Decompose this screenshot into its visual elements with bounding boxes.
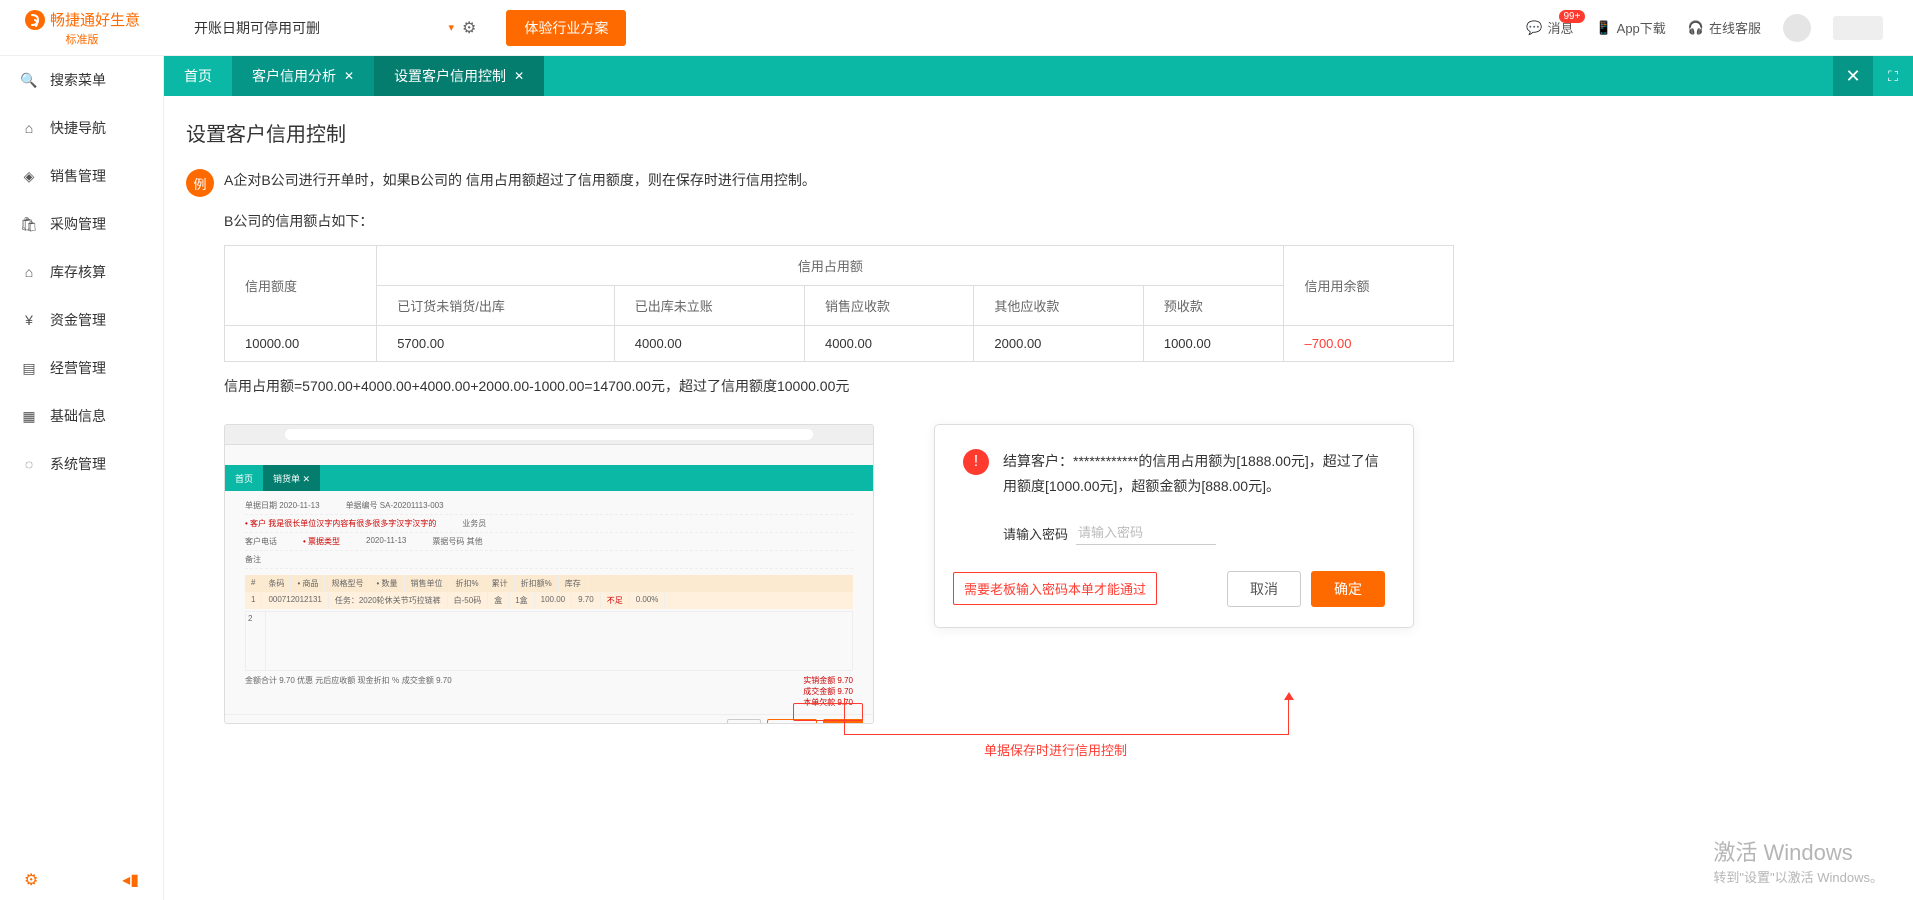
annotation-text: 单据保存时进行信用控制: [984, 740, 1127, 759]
grid-icon: ▦: [20, 407, 38, 425]
th-sub4: 其他应收款: [974, 286, 1143, 326]
phone-icon: 📱: [1595, 20, 1611, 36]
sidebar-item-label: 经营管理: [50, 358, 106, 378]
chat-icon: 💬: [1526, 20, 1542, 36]
currency-icon: ¥: [20, 311, 38, 329]
td-limit: 10000.00: [225, 326, 377, 362]
sidebar-item-label: 采购管理: [50, 214, 106, 234]
password-label: 请输入密码: [1003, 524, 1068, 543]
example-text: A企对B公司进行开单时，如果B公司的 信用占用额超过了信用额度，则在保存时进行信…: [224, 169, 816, 191]
sidebar-item-label: 基础信息: [50, 406, 106, 426]
headset-icon: 🎧: [1688, 20, 1704, 36]
td-balance: –700.00: [1284, 326, 1454, 362]
page-title: 设置客户信用控制: [186, 118, 1913, 147]
th-credit-balance: 信用用余额: [1284, 246, 1454, 326]
credit-table: 信用额度 信用占用额 信用用余额 已订货未销货/出库 已出库未立账 销售应收款 …: [224, 245, 1454, 362]
dialog-message: 结算客户：************的信用占用额为[1888.00元]，超过了信用…: [1003, 449, 1385, 499]
logo-text: 畅捷通好生意: [50, 9, 140, 30]
product-logo: 畅捷通好生意 标准版: [0, 9, 164, 47]
tab-label: 客户信用分析: [252, 66, 336, 86]
close-icon[interactable]: ✕: [514, 69, 524, 83]
circle-icon: ◌: [20, 455, 38, 473]
cancel-button[interactable]: 取消: [1227, 571, 1301, 607]
settings-icon[interactable]: ⚙: [462, 18, 476, 38]
td-c2: 4000.00: [614, 326, 804, 362]
sidebar-item-label: 库存核算: [50, 262, 106, 282]
avatar[interactable]: [1783, 14, 1811, 42]
password-input[interactable]: [1076, 521, 1216, 545]
sidebar-item-inventory[interactable]: ⌂ 库存核算: [0, 248, 163, 296]
dialog-tip: 需要老板输入密码本单才能通过: [953, 572, 1157, 605]
experience-industry-button[interactable]: 体验行业方案: [506, 10, 626, 46]
sidebar-item-search[interactable]: 🔍 搜索菜单: [0, 56, 163, 104]
tab-label: 设置客户信用控制: [394, 66, 506, 86]
td-c3: 4000.00: [804, 326, 973, 362]
sidebar: 🔍 搜索菜单 ⌂ 快捷导航 ◈ 销售管理 🛍 采购管理 ⌂ 库存核算 ¥ 资金管理 ▤ 经营管…: [0, 56, 164, 900]
close-all-tabs-button[interactable]: ✕: [1833, 56, 1873, 96]
sidebar-settings-icon[interactable]: ⚙: [24, 870, 38, 890]
online-service-label: 在线客服: [1709, 18, 1761, 37]
logo-subtitle: 标准版: [66, 31, 99, 47]
sidebar-item-label: 系统管理: [50, 454, 106, 474]
sidebar-collapse-icon[interactable]: ◂▮: [122, 870, 139, 890]
online-service-link[interactable]: 🎧 在线客服: [1688, 18, 1761, 37]
td-c5: 1000.00: [1143, 326, 1284, 362]
watermark-line2: 转到"设置"以激活 Windows。: [1713, 867, 1883, 886]
th-credit-occupied: 信用占用额: [377, 246, 1284, 286]
sidebar-item-label: 搜索菜单: [50, 70, 106, 90]
home-icon: ⌂: [20, 119, 38, 137]
bag-icon: 🛍: [20, 215, 38, 233]
sidebar-item-basic-info[interactable]: ▦ 基础信息: [0, 392, 163, 440]
th-sub3: 销售应收款: [804, 286, 973, 326]
warning-icon: !: [963, 449, 989, 475]
th-sub2: 已出库未立账: [614, 286, 804, 326]
tab-label: 首页: [184, 66, 212, 86]
example-badge-icon: 例: [186, 169, 214, 197]
logo-icon: [24, 9, 46, 31]
sidebar-item-system[interactable]: ◌ 系统管理: [0, 440, 163, 488]
messages-badge: 99+: [1559, 10, 1586, 23]
sidebar-item-purchase[interactable]: 🛍 采购管理: [0, 200, 163, 248]
account-book-dropdown-label: 开账日期可停用可删: [194, 18, 320, 38]
confirm-button[interactable]: 确定: [1311, 571, 1385, 607]
fullscreen-button[interactable]: ⛶: [1873, 56, 1913, 96]
td-c4: 2000.00: [974, 326, 1143, 362]
screenshot-sales-order: 首页 销货单 ✕ 单据日期 2020-11-13单据编号 SA-20201113…: [224, 424, 874, 724]
user-menu[interactable]: [1833, 16, 1883, 40]
app-download-link[interactable]: 📱 App下载: [1595, 18, 1665, 37]
watermark-line1: 激活 Windows: [1713, 835, 1883, 867]
list-icon: ▤: [20, 359, 38, 377]
sidebar-item-funds[interactable]: ¥ 资金管理: [0, 296, 163, 344]
credit-warning-dialog: ! 结算客户：************的信用占用额为[1888.00元]，超过了…: [934, 424, 1414, 628]
account-book-dropdown[interactable]: 开账日期可停用可删 ▾: [194, 12, 454, 44]
windows-activation-watermark: 激活 Windows 转到"设置"以激活 Windows。: [1713, 835, 1883, 886]
annotation-arrow: 单据保存时进行信用控制: [224, 734, 1883, 774]
tab-home[interactable]: 首页: [164, 56, 232, 96]
tag-icon: ◈: [20, 167, 38, 185]
sidebar-item-label: 销售管理: [50, 166, 106, 186]
house-icon: ⌂: [20, 263, 38, 281]
sidebar-item-quick-nav[interactable]: ⌂ 快捷导航: [0, 104, 163, 152]
th-credit-limit: 信用额度: [225, 246, 377, 326]
th-sub5: 预收款: [1143, 286, 1284, 326]
sidebar-item-operations[interactable]: ▤ 经营管理: [0, 344, 163, 392]
example-subline: B公司的信用额占如下：: [224, 211, 1883, 231]
search-icon: 🔍: [20, 71, 38, 89]
th-sub1: 已订货未销货/出库: [377, 286, 615, 326]
messages-link[interactable]: 💬 消息 99+: [1526, 18, 1573, 37]
td-c1: 5700.00: [377, 326, 615, 362]
sidebar-item-label: 资金管理: [50, 310, 106, 330]
tabs-bar: 首页 客户信用分析 ✕ 设置客户信用控制 ✕ ✕ ⛶: [164, 56, 1913, 96]
app-download-label: App下载: [1617, 18, 1666, 37]
tab-customer-credit-analysis[interactable]: 客户信用分析 ✕: [232, 56, 374, 96]
chevron-down-icon: ▾: [448, 21, 454, 34]
sidebar-item-sales[interactable]: ◈ 销售管理: [0, 152, 163, 200]
tab-credit-control-setting[interactable]: 设置客户信用控制 ✕: [374, 56, 544, 96]
sidebar-item-label: 快捷导航: [50, 118, 106, 138]
close-icon[interactable]: ✕: [344, 69, 354, 83]
calculation-line: 信用占用额=5700.00+4000.00+4000.00+2000.00-10…: [224, 376, 1883, 396]
